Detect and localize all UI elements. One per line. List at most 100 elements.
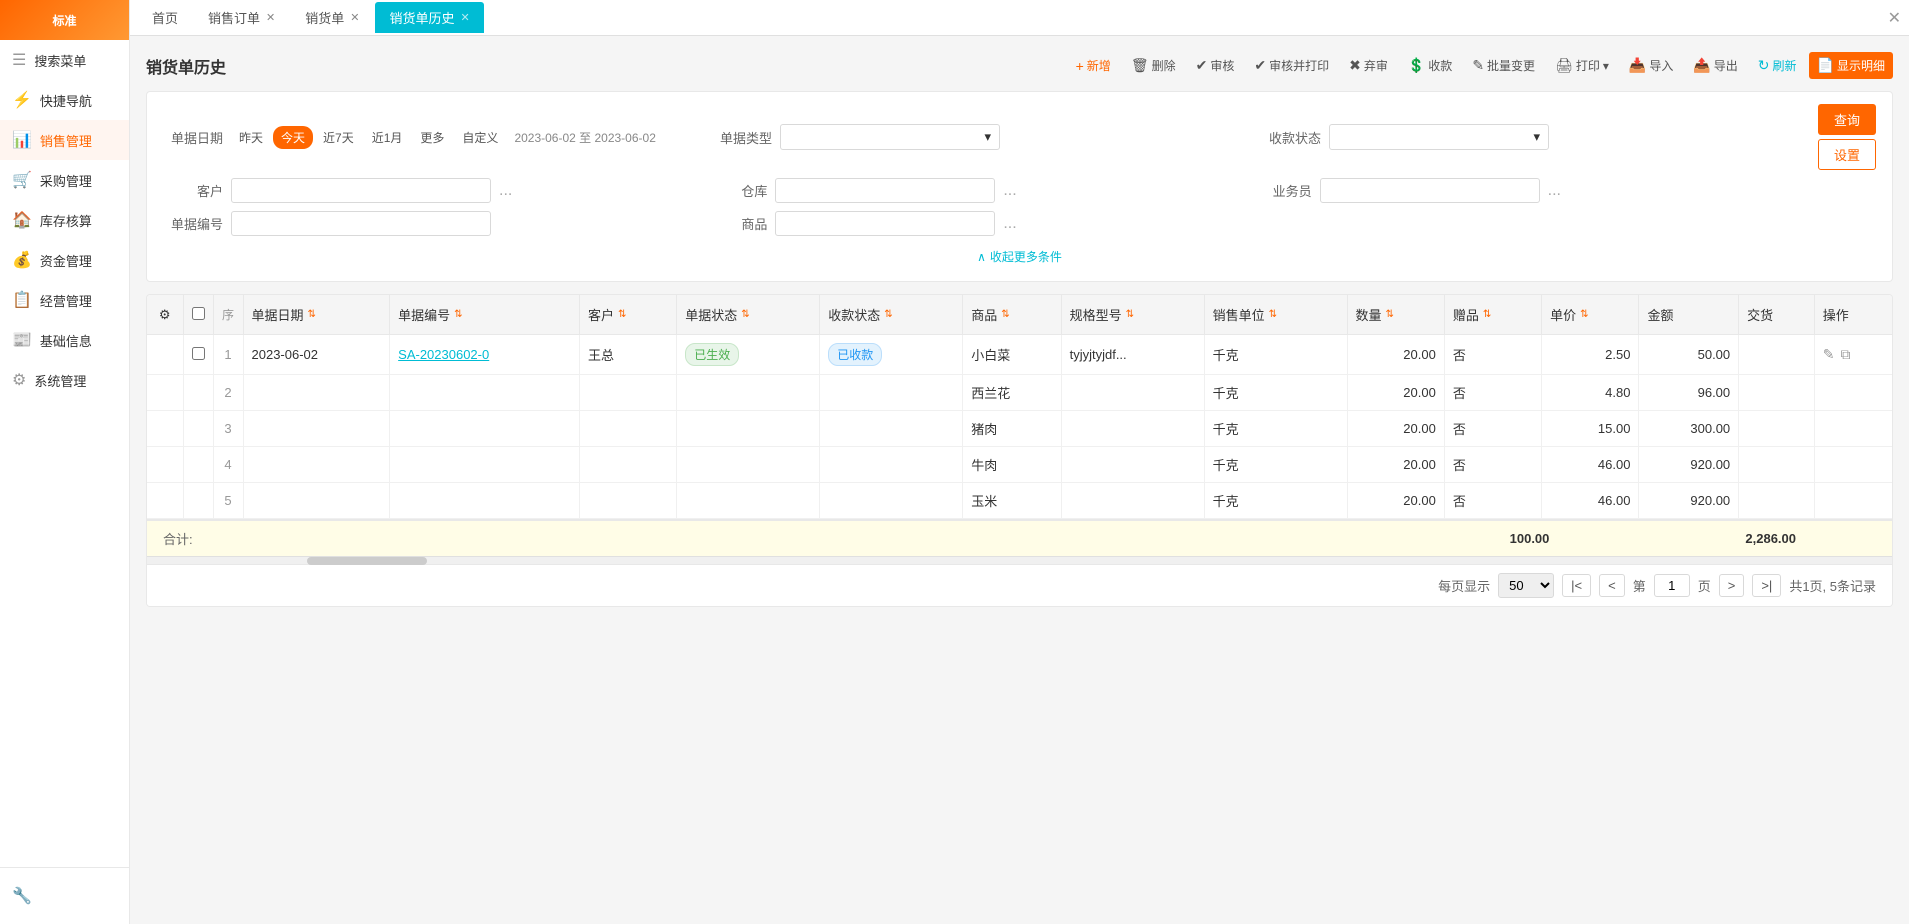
salesperson-dots[interactable]: ... [1548,182,1561,200]
customer-dots[interactable]: ... [499,182,512,200]
goods-input[interactable] [775,211,995,236]
collect-button[interactable]: 💲 收款 [1400,52,1460,79]
date-yesterday-btn[interactable]: 昨天 [231,126,271,149]
goods-dots[interactable]: ... [1003,215,1016,233]
th-unit[interactable]: 销售单位 ⇅ [1204,295,1347,335]
th-amount: 金额 [1639,295,1739,335]
tab-sales-order-close[interactable]: ✕ [266,11,275,24]
cell-checkbox[interactable] [183,375,213,411]
import-button[interactable]: 📥 导入 [1621,52,1681,79]
tab-sales-history[interactable]: 销货单历史 ✕ [375,2,483,33]
batch-change-button[interactable]: ✎ 批量变更 [1464,52,1543,79]
sidebar-item-system-mgmt[interactable]: ⚙ 系统管理 [0,360,129,400]
cell-unit: 千克 [1204,411,1347,447]
date-label: 单据日期 [163,128,223,147]
refresh-button[interactable]: ↻ 刷新 [1750,52,1805,79]
tab-home[interactable]: 首页 [138,2,192,33]
th-checkbox[interactable] [183,295,213,335]
date-more-btn[interactable]: 更多 [412,126,452,149]
th-goods[interactable]: 商品 ⇅ [963,295,1061,335]
th-doc-status[interactable]: 单据状态 ⇅ [677,295,820,335]
sidebar-item-finance-mgmt[interactable]: 💰 资金管理 [0,240,129,280]
purchase-mgmt-icon: 🛒 [12,170,32,190]
date-1month-btn[interactable]: 近1月 [364,126,411,149]
sort-qty-icon: ⇅ [1386,309,1394,320]
th-spec[interactable]: 规格型号 ⇅ [1061,295,1204,335]
pay-status-select[interactable]: ▾ [1329,124,1549,150]
sidebar-item-ops-mgmt[interactable]: 📋 经营管理 [0,280,129,320]
last-page-btn[interactable]: >| [1752,574,1781,597]
tab-sales-order[interactable]: 销售订单 ✕ [194,2,289,33]
cell-qty: 20.00 [1347,411,1444,447]
cell-doc-num[interactable]: SA-20230602-0 [390,335,580,375]
sort-doc-status-icon: ⇅ [741,309,749,320]
salesperson-input[interactable] [1320,178,1540,203]
cell-checkbox[interactable] [183,483,213,519]
th-pay-status[interactable]: 收款状态 ⇅ [820,295,963,335]
warehouse-input[interactable] [775,178,995,203]
th-customer[interactable]: 客户 ⇅ [579,295,676,335]
customer-input[interactable] [231,178,491,203]
next-page-btn[interactable]: > [1719,574,1745,597]
date-7days-btn[interactable]: 近7天 [315,126,362,149]
sidebar-bottom-item1[interactable]: 🔧 [0,876,129,916]
print-button[interactable]: 🖨 打印 ▾ [1547,52,1617,79]
horizontal-scrollbar[interactable] [147,556,1892,564]
date-today-btn[interactable]: 今天 [273,126,313,149]
add-button[interactable]: + 新增 [1068,52,1119,79]
edit-icon[interactable]: ✎ [1823,346,1835,363]
tab-sales-history-close[interactable]: ✕ [461,11,470,24]
sidebar-item-basic-info[interactable]: 📰 基础信息 [0,320,129,360]
inventory-calc-icon: 🏠 [12,210,32,230]
date-range-text: 2023-06-02 至 2023-06-02 [514,129,655,146]
cell-checkbox[interactable] [183,411,213,447]
settings-icon[interactable]: ⚙ [159,307,171,322]
select-all-checkbox[interactable] [192,307,205,320]
sort-price-icon: ⇅ [1580,309,1588,320]
th-doc-num[interactable]: 单据编号 ⇅ [390,295,580,335]
copy-icon[interactable]: ⧉ [1840,346,1850,363]
status-badge-pay: 已收款 [828,343,882,366]
sidebar-bottom: 🔧 [0,867,129,924]
cell-amount: 50.00 [1639,335,1739,375]
pagination-bar: 每页显示 50 100 200 |< < 第 页 > >| 共1页, 5条记录 [147,564,1892,606]
sidebar-item-search-menu[interactable]: ☰ 搜索菜单 [0,40,129,80]
cell-checkbox[interactable] [183,447,213,483]
first-page-btn[interactable]: |< [1562,574,1591,597]
date-custom-btn[interactable]: 自定义 [454,126,506,149]
query-button[interactable]: 查询 [1818,104,1876,135]
setting-button[interactable]: 设置 [1818,139,1876,170]
abandon-button[interactable]: ✖ 弃审 [1341,52,1396,79]
page-number-input[interactable] [1654,574,1690,597]
row-checkbox[interactable] [192,347,205,360]
tab-sales-goods[interactable]: 销货单 ✕ [291,2,373,33]
th-qty[interactable]: 数量 ⇅ [1347,295,1444,335]
delete-button[interactable]: 🗑 删除 [1123,52,1184,79]
sidebar-item-quick-nav[interactable]: ⚡ 快捷导航 [0,80,129,120]
per-page-select[interactable]: 50 100 200 [1498,573,1554,598]
sidebar-item-inventory-calc[interactable]: 🏠 库存核算 [0,200,129,240]
audit-print-button[interactable]: ✔ 审核并打印 [1246,52,1337,79]
show-detail-button[interactable]: 📄 显示明细 [1809,52,1893,79]
export-button[interactable]: 📤 导出 [1685,52,1745,79]
doc-num-link[interactable]: SA-20230602-0 [398,347,489,362]
th-doc-date[interactable]: 单据日期 ⇅ [243,295,390,335]
tab-bar-close-all[interactable]: ✕ [1888,8,1901,28]
tab-sales-goods-close[interactable]: ✕ [350,11,359,24]
doc-num-input[interactable] [231,211,491,236]
collapse-filter-btn[interactable]: ∧ 收起更多条件 [163,244,1876,269]
warehouse-dots[interactable]: ... [1003,182,1016,200]
th-price[interactable]: 单价 ⇅ [1542,295,1639,335]
cell-checkbox[interactable] [183,335,213,375]
sidebar-item-sales-mgmt[interactable]: 📊 销售管理 [0,120,129,160]
prev-page-btn[interactable]: < [1599,574,1625,597]
sidebar-item-purchase-mgmt[interactable]: 🛒 采购管理 [0,160,129,200]
th-gift[interactable]: 赠品 ⇅ [1444,295,1541,335]
th-settings[interactable]: ⚙ [147,295,183,335]
audit-button[interactable]: ✔ 审核 [1188,52,1243,79]
scrollbar-thumb[interactable] [307,557,427,565]
doc-type-select[interactable]: ▾ [780,124,1000,150]
cell-gift: 否 [1444,483,1541,519]
page-content-area: 销货单历史 + 新增 🗑 删除 ✔ 审核 ✔ 审核并打印 [130,36,1909,924]
cell-price: 4.80 [1542,375,1639,411]
